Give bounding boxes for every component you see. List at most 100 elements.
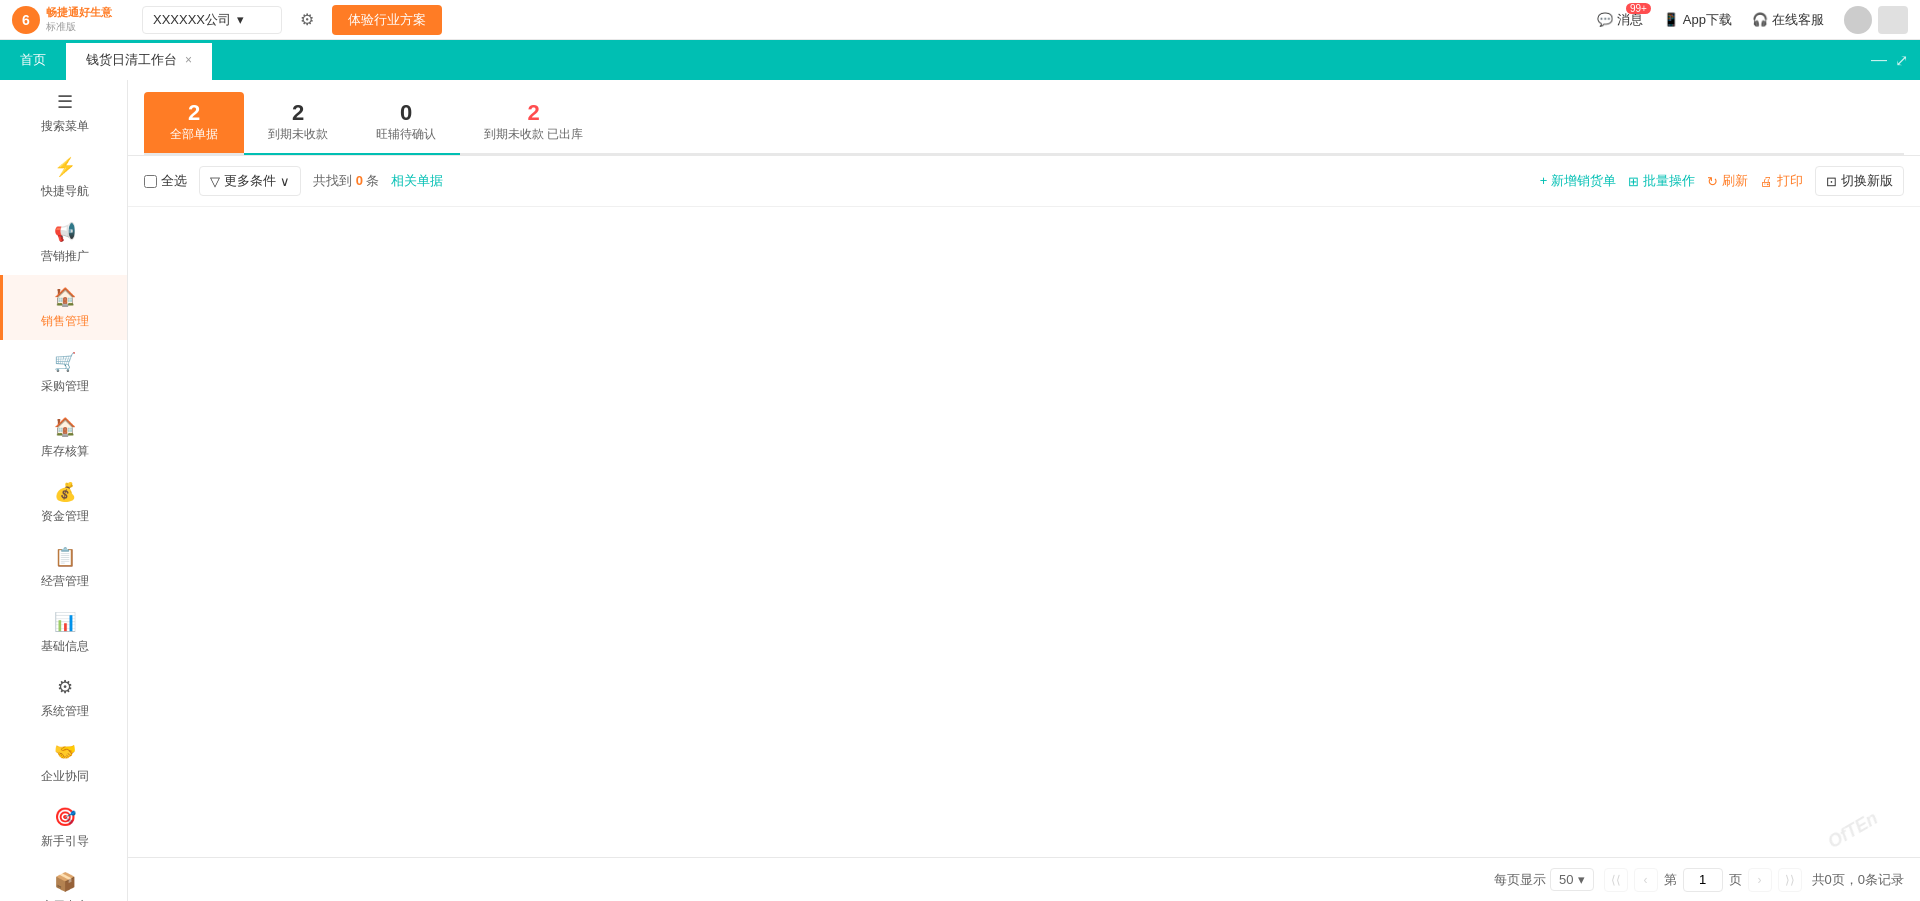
- sidebar-item-app-center[interactable]: 📦 应用中心: [0, 860, 127, 901]
- next-page-button[interactable]: ›: [1748, 868, 1772, 892]
- status-tab-shipped[interactable]: 2 到期未收款 已出库: [460, 92, 607, 153]
- select-all-checkbox[interactable]: 全选: [144, 172, 187, 190]
- checkbox-input[interactable]: [144, 175, 157, 188]
- online-service-label: 在线客服: [1772, 11, 1824, 29]
- main-layout: ☰ 搜索菜单 ⚡ 快捷导航 📢 营销推广 🏠 销售管理 🛒 采购管理 🏠 库存核…: [0, 80, 1920, 901]
- sidebar-item-finance[interactable]: 💰 资金管理: [0, 470, 127, 535]
- tab-active[interactable]: 钱货日清工作台 ×: [66, 40, 212, 80]
- page-suffix: 页: [1729, 871, 1742, 889]
- tab-close-icon[interactable]: ×: [185, 53, 192, 67]
- app-download-label: App下载: [1683, 11, 1732, 29]
- sidebar-item-sys-mgmt[interactable]: ⚙ 系统管理: [0, 665, 127, 730]
- toolbar-left: 全选 ▽ 更多条件 ∨ 共找到 0 条 相关单据: [144, 166, 443, 196]
- top-bar-left: 6 畅捷通好生意 标准版 XXXXXX公司 ▾ ⚙ 体验行业方案: [12, 5, 442, 35]
- table-area: [128, 207, 1920, 857]
- found-text: 共找到 0 条: [313, 172, 379, 190]
- online-service-area[interactable]: 🎧 在线客服: [1752, 11, 1824, 29]
- toolbar-right: + 新增销货单 ⊞ 批量操作 ↻ 刷新 🖨 打印 ⊡ 切换新版: [1540, 166, 1904, 196]
- sidebar-item-sales[interactable]: 🏠 销售管理: [0, 275, 127, 340]
- print-icon: 🖨: [1760, 174, 1773, 189]
- switch-icon: ⊡: [1826, 174, 1837, 189]
- sidebar-item-inventory[interactable]: 🏠 库存核算: [0, 405, 127, 470]
- first-page-button[interactable]: ⟨⟨: [1604, 868, 1628, 892]
- status-tabs-inner: 2 全部单据 2 到期未收款 0 旺辅待确认 2 到期未收款 已出库: [144, 92, 1904, 155]
- inventory-icon: 🏠: [53, 415, 77, 439]
- status-count-all: 2: [188, 100, 200, 126]
- sidebar-item-basic-info[interactable]: 📊 基础信息: [0, 600, 127, 665]
- related-orders-link[interactable]: 相关单据: [391, 172, 443, 190]
- filter-button[interactable]: ▽ 更多条件 ∨: [199, 166, 301, 196]
- status-tabs: 2 全部单据 2 到期未收款 0 旺辅待确认 2 到期未收款 已出库: [128, 80, 1920, 156]
- batch-icon: ⊞: [1628, 174, 1639, 189]
- company-selector[interactable]: XXXXXX公司 ▾: [142, 6, 282, 34]
- print-button[interactable]: 🖨 打印: [1760, 172, 1803, 190]
- status-count-shipped: 2: [528, 100, 540, 126]
- sidebar-item-enterprise-collab[interactable]: 🤝 企业协同: [0, 730, 127, 795]
- status-count-pending: 0: [400, 100, 412, 126]
- quick-nav-icon: ⚡: [53, 155, 77, 179]
- pagination-bar: 每页显示 50 ▾ ⟨⟨ ‹ 第 页 › ⟩⟩ 共0页，0条记录: [128, 857, 1920, 901]
- page-label: 第: [1664, 871, 1677, 889]
- company-name: XXXXXX公司: [153, 11, 231, 29]
- app-icon: 📱: [1663, 12, 1679, 27]
- last-page-button[interactable]: ⟩⟩: [1778, 868, 1802, 892]
- status-tab-overdue[interactable]: 2 到期未收款: [244, 92, 352, 153]
- page-size-box[interactable]: 50 ▾: [1550, 868, 1593, 891]
- chevron-down-icon: ▾: [237, 12, 244, 27]
- enterprise-collab-icon: 🤝: [53, 740, 77, 764]
- minimize-icon[interactable]: —: [1871, 51, 1887, 69]
- add-sales-order-button[interactable]: + 新增销货单: [1540, 172, 1616, 190]
- status-tab-all[interactable]: 2 全部单据: [144, 92, 244, 153]
- username-display: [1878, 6, 1908, 34]
- refresh-icon: ↻: [1707, 174, 1718, 189]
- status-label-all: 全部单据: [170, 126, 218, 143]
- filter-label: 更多条件: [224, 172, 276, 190]
- basic-info-icon: 📊: [53, 610, 77, 634]
- sidebar-label-quick-nav: 快捷导航: [41, 183, 89, 200]
- filter-chevron-icon: ∨: [280, 174, 290, 189]
- prev-page-button[interactable]: ‹: [1634, 868, 1658, 892]
- refresh-button[interactable]: ↻ 刷新: [1707, 172, 1748, 190]
- tab-home[interactable]: 首页: [0, 40, 66, 80]
- select-all-label: 全选: [161, 172, 187, 190]
- page-size-value: 50: [1559, 872, 1573, 887]
- status-tab-pending[interactable]: 0 旺辅待确认: [352, 92, 460, 153]
- sidebar-item-quick-nav[interactable]: ⚡ 快捷导航: [0, 145, 127, 210]
- sidebar-item-marketing[interactable]: 📢 营销推广: [0, 210, 127, 275]
- headset-icon: 🎧: [1752, 12, 1768, 27]
- avatar-area[interactable]: [1844, 6, 1908, 34]
- per-page-label: 每页显示: [1494, 871, 1546, 889]
- toolbar: 全选 ▽ 更多条件 ∨ 共找到 0 条 相关单据 + 新增销货单 ⊞ 批: [128, 156, 1920, 207]
- message-icon: 💬: [1597, 12, 1613, 27]
- sidebar-label-beginner: 新手引导: [41, 833, 89, 850]
- sidebar-label-basic-info: 基础信息: [41, 638, 89, 655]
- app-center-icon: 📦: [53, 870, 77, 894]
- status-label-overdue: 到期未收款: [268, 126, 328, 143]
- logo-icon: 6: [12, 6, 40, 34]
- sidebar-item-operations[interactable]: 📋 经营管理: [0, 535, 127, 600]
- message-area[interactable]: 💬 消息 99+: [1597, 11, 1643, 29]
- sidebar-label-marketing: 营销推广: [41, 248, 89, 265]
- sidebar-item-purchase[interactable]: 🛒 采购管理: [0, 340, 127, 405]
- sales-icon: 🏠: [53, 285, 77, 309]
- top-bar-right: 💬 消息 99+ 📱 App下载 🎧 在线客服: [1597, 6, 1908, 34]
- batch-operation-button[interactable]: ⊞ 批量操作: [1628, 172, 1695, 190]
- page-size-chevron-icon: ▾: [1578, 872, 1585, 887]
- sidebar-label-operations: 经营管理: [41, 573, 89, 590]
- switch-version-button[interactable]: ⊡ 切换新版: [1815, 166, 1904, 196]
- nav-tabs: 首页 钱货日清工作台 × — ⤢: [0, 40, 1920, 80]
- sidebar-item-beginner[interactable]: 🎯 新手引导: [0, 795, 127, 860]
- trial-button[interactable]: 体验行业方案: [332, 5, 442, 35]
- settings-icon[interactable]: ⚙: [292, 5, 322, 35]
- sidebar-item-search-menu[interactable]: ☰ 搜索菜单: [0, 80, 127, 145]
- avatar: [1844, 6, 1872, 34]
- sidebar-label-inventory: 库存核算: [41, 443, 89, 460]
- sidebar: ☰ 搜索菜单 ⚡ 快捷导航 📢 营销推广 🏠 销售管理 🛒 采购管理 🏠 库存核…: [0, 80, 128, 901]
- page-summary: 共0页，0条记录: [1812, 871, 1904, 889]
- app-download-area[interactable]: 📱 App下载: [1663, 11, 1732, 29]
- page-nav: ⟨⟨ ‹ 第 页 › ⟩⟩: [1604, 868, 1802, 892]
- maximize-icon[interactable]: ⤢: [1895, 51, 1908, 70]
- page-input[interactable]: [1683, 868, 1723, 892]
- operations-icon: 📋: [53, 545, 77, 569]
- content-area: 2 全部单据 2 到期未收款 0 旺辅待确认 2 到期未收款 已出库: [128, 80, 1920, 901]
